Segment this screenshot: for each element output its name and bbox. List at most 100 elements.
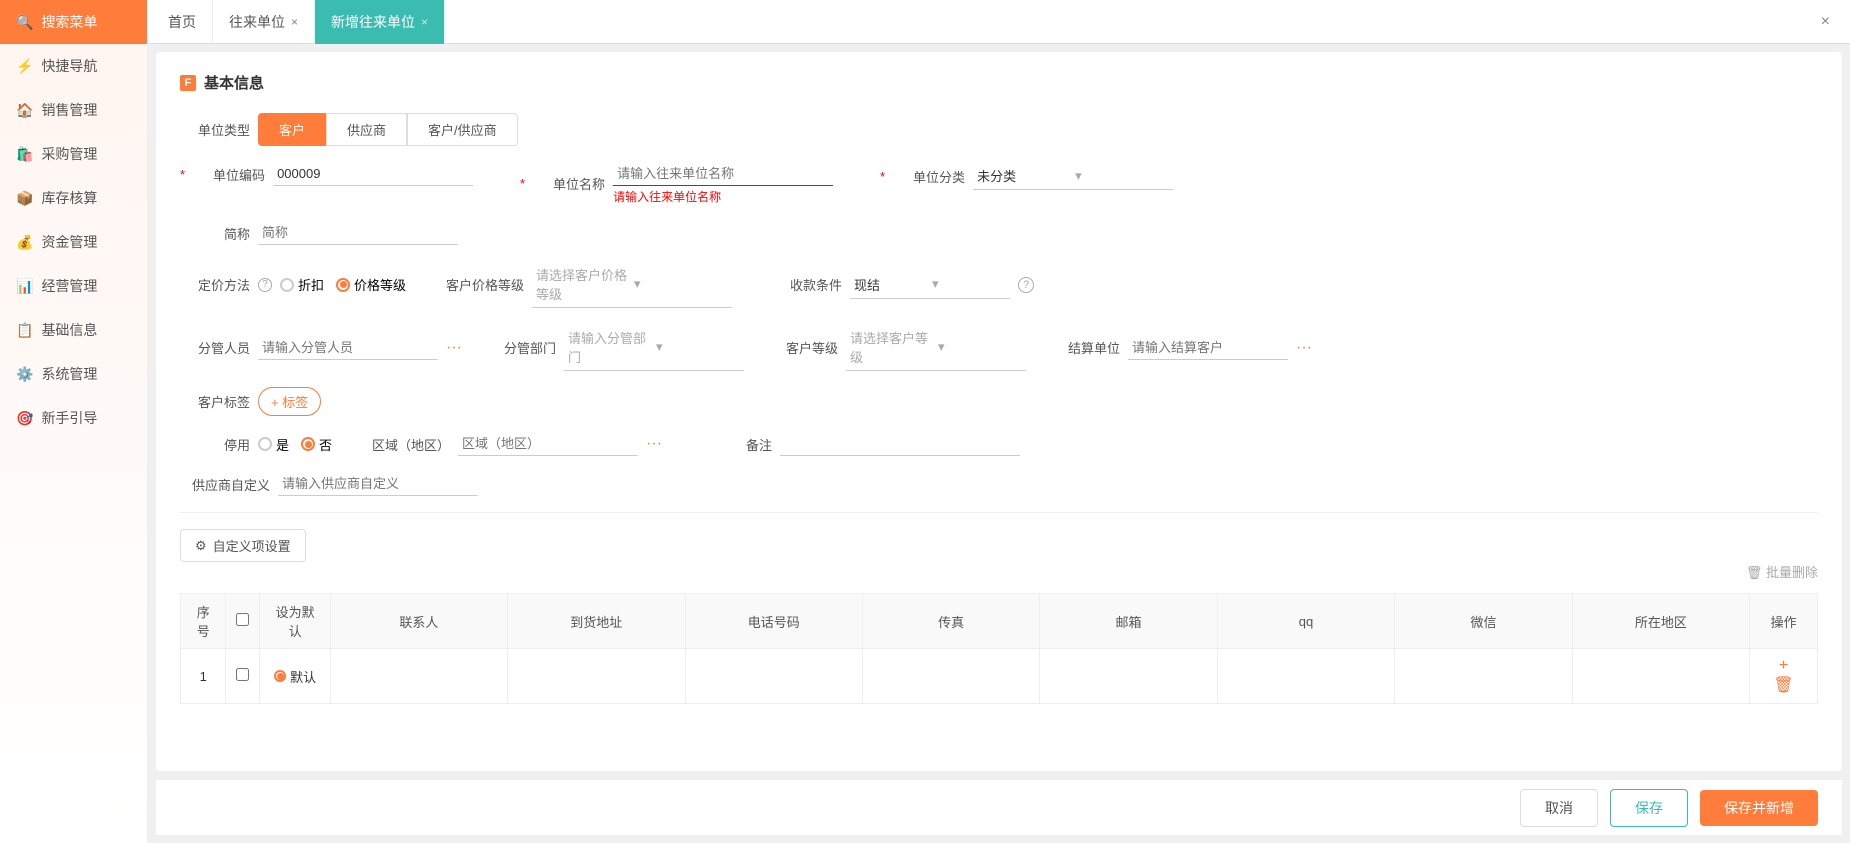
- pricing-level-radio: [336, 278, 350, 292]
- sidebar-item-label: 基础信息: [41, 320, 97, 340]
- wechat-input[interactable]: [1405, 669, 1561, 684]
- payment-terms-help-icon[interactable]: ?: [1018, 277, 1034, 293]
- sidebar-item-system[interactable]: ⚙️ 系统管理: [0, 352, 147, 396]
- unit-type-row: 单位类型 客户 供应商 客户/供应商: [180, 113, 1818, 146]
- tab-home-label: 首页: [168, 12, 196, 32]
- row-phone[interactable]: [685, 649, 862, 704]
- custom-settings-button[interactable]: ⚙ 自定义项设置: [180, 529, 306, 562]
- tab-home[interactable]: 首页: [152, 0, 213, 44]
- short-name-input[interactable]: [258, 221, 458, 245]
- col-phone: 电话号码: [685, 594, 862, 649]
- custom-settings-label: 自定义项设置: [213, 536, 291, 555]
- unit-type-field: 单位类型 客户 供应商 客户/供应商: [180, 113, 518, 146]
- col-address: 到货地址: [508, 594, 685, 649]
- unit-type-customer-btn[interactable]: 客户: [258, 113, 326, 146]
- customer-tag-label: 客户标签: [180, 392, 250, 411]
- email-input[interactable]: [1050, 669, 1206, 684]
- sidebar-item-basics[interactable]: 📋 基础信息: [0, 308, 147, 352]
- pricing-discount-radio: [280, 278, 294, 292]
- row-delete-button[interactable]: 🗑: [1769, 675, 1797, 695]
- sidebar-item-search[interactable]: 🔍 搜索菜单: [0, 0, 147, 44]
- sidebar-item-quick-nav[interactable]: ⚡ 快捷导航: [0, 44, 147, 88]
- col-index: 序号: [181, 594, 226, 649]
- pricing-discount-option[interactable]: 折扣: [280, 275, 324, 294]
- window-close-button[interactable]: ×: [1805, 13, 1846, 31]
- fax-input[interactable]: [873, 669, 1029, 684]
- sidebar-item-inventory[interactable]: 📦 库存核算: [0, 176, 147, 220]
- tab-contacts-close[interactable]: ×: [291, 15, 298, 29]
- department-select[interactable]: 请输入分管部门 ▾: [564, 324, 744, 371]
- pricing-level-option[interactable]: 价格等级: [336, 275, 406, 294]
- payment-terms-select[interactable]: 现结 ▾: [850, 271, 1010, 299]
- unit-category-select[interactable]: 未分类 ▾: [973, 162, 1173, 190]
- row-wechat[interactable]: [1395, 649, 1572, 704]
- row-contact[interactable]: [330, 649, 507, 704]
- unit-type-supplier-btn[interactable]: 供应商: [326, 113, 407, 146]
- sidebar-item-purchase[interactable]: 🛍️ 采购管理: [0, 132, 147, 176]
- unit-type-label: 单位类型: [180, 120, 250, 139]
- tab-new-contact-close[interactable]: ×: [421, 15, 428, 29]
- save-new-button[interactable]: 保存并新增: [1700, 790, 1818, 826]
- row-checkbox[interactable]: [236, 668, 249, 681]
- sales-icon: 🏠: [16, 102, 33, 119]
- select-all-checkbox[interactable]: [236, 613, 249, 626]
- stop-use-row: 停用 是 否 区域（地区） ··· 备注: [180, 432, 1818, 456]
- custom-settings-row: ⚙ 自定义项设置: [180, 529, 1818, 562]
- short-name-label: 简称: [180, 224, 250, 243]
- pricing-info-icon[interactable]: ?: [258, 278, 272, 292]
- region-more-btn[interactable]: ···: [646, 435, 662, 453]
- unit-type-both-btn[interactable]: 客户/供应商: [407, 113, 518, 146]
- tab-contacts[interactable]: 往来单位 ×: [213, 0, 315, 44]
- address-input[interactable]: [518, 669, 674, 684]
- customer-level-select[interactable]: 请选择客户等级 ▾: [846, 324, 1026, 371]
- manager-input[interactable]: [258, 336, 438, 360]
- row-qq[interactable]: [1217, 649, 1395, 704]
- sidebar-item-operations[interactable]: 📊 经营管理: [0, 264, 147, 308]
- row-email[interactable]: [1040, 649, 1217, 704]
- settlement-unit-field: 结算单位 ···: [1050, 336, 1312, 360]
- section-icon: F: [180, 75, 196, 91]
- qq-input[interactable]: [1228, 669, 1385, 684]
- settlement-unit-more-btn[interactable]: ···: [1296, 339, 1312, 357]
- form-area: F 基本信息 单位类型 客户 供应商 客户/供应商 * 单位编码: [156, 52, 1842, 771]
- customer-level-label: 客户等级: [768, 338, 838, 357]
- sidebar-search-label: 搜索菜单: [41, 12, 97, 32]
- row-default-radio[interactable]: [274, 670, 286, 682]
- customer-price-level-select[interactable]: 请选择客户价格等级 ▾: [532, 261, 732, 308]
- operations-icon: 📊: [16, 278, 33, 295]
- supplier-custom-input[interactable]: [278, 472, 478, 496]
- row-fax[interactable]: [862, 649, 1039, 704]
- unit-code-required: *: [180, 167, 185, 182]
- sidebar-item-guide[interactable]: 🎯 新手引导: [0, 396, 147, 440]
- sidebar-item-finance[interactable]: 💰 资金管理: [0, 220, 147, 264]
- manager-more-btn[interactable]: ···: [446, 339, 462, 357]
- region-input[interactable]: [458, 432, 638, 456]
- contact-input[interactable]: [341, 669, 497, 684]
- tab-new-contact[interactable]: 新增往来单位 ×: [315, 0, 445, 44]
- remarks-input[interactable]: [780, 432, 1020, 456]
- sidebar-item-label: 经营管理: [41, 276, 97, 296]
- settlement-unit-input[interactable]: [1128, 336, 1288, 360]
- stop-use-yes-radio: [258, 437, 272, 451]
- cancel-button[interactable]: 取消: [1520, 789, 1598, 827]
- unit-name-input[interactable]: [613, 162, 833, 186]
- unit-name-input-wrap: 请输入往来单位名称: [613, 162, 833, 205]
- system-icon: ⚙️: [16, 366, 33, 383]
- save-button[interactable]: 保存: [1610, 789, 1688, 827]
- row-address[interactable]: [508, 649, 685, 704]
- batch-delete[interactable]: 🗑 批量删除: [180, 562, 1818, 581]
- region-table-input[interactable]: [1583, 669, 1739, 684]
- pricing-method-field: 定价方法 ? 折扣 价格等级: [180, 275, 406, 294]
- sidebar-item-sales[interactable]: 🏠 销售管理: [0, 88, 147, 132]
- phone-input[interactable]: [696, 669, 852, 684]
- unit-code-input[interactable]: [273, 162, 473, 186]
- stop-use-no-option[interactable]: 否: [301, 435, 332, 454]
- manager-field: 分管人员 ···: [180, 336, 462, 360]
- add-tag-button[interactable]: + 标签: [258, 387, 321, 416]
- row-add-button[interactable]: +: [1775, 657, 1792, 675]
- row-region[interactable]: [1572, 649, 1749, 704]
- supplier-custom-label: 供应商自定义: [180, 475, 270, 494]
- row-default-cell: 默认: [260, 649, 330, 704]
- stop-use-yes-option[interactable]: 是: [258, 435, 289, 454]
- col-contact: 联系人: [330, 594, 507, 649]
